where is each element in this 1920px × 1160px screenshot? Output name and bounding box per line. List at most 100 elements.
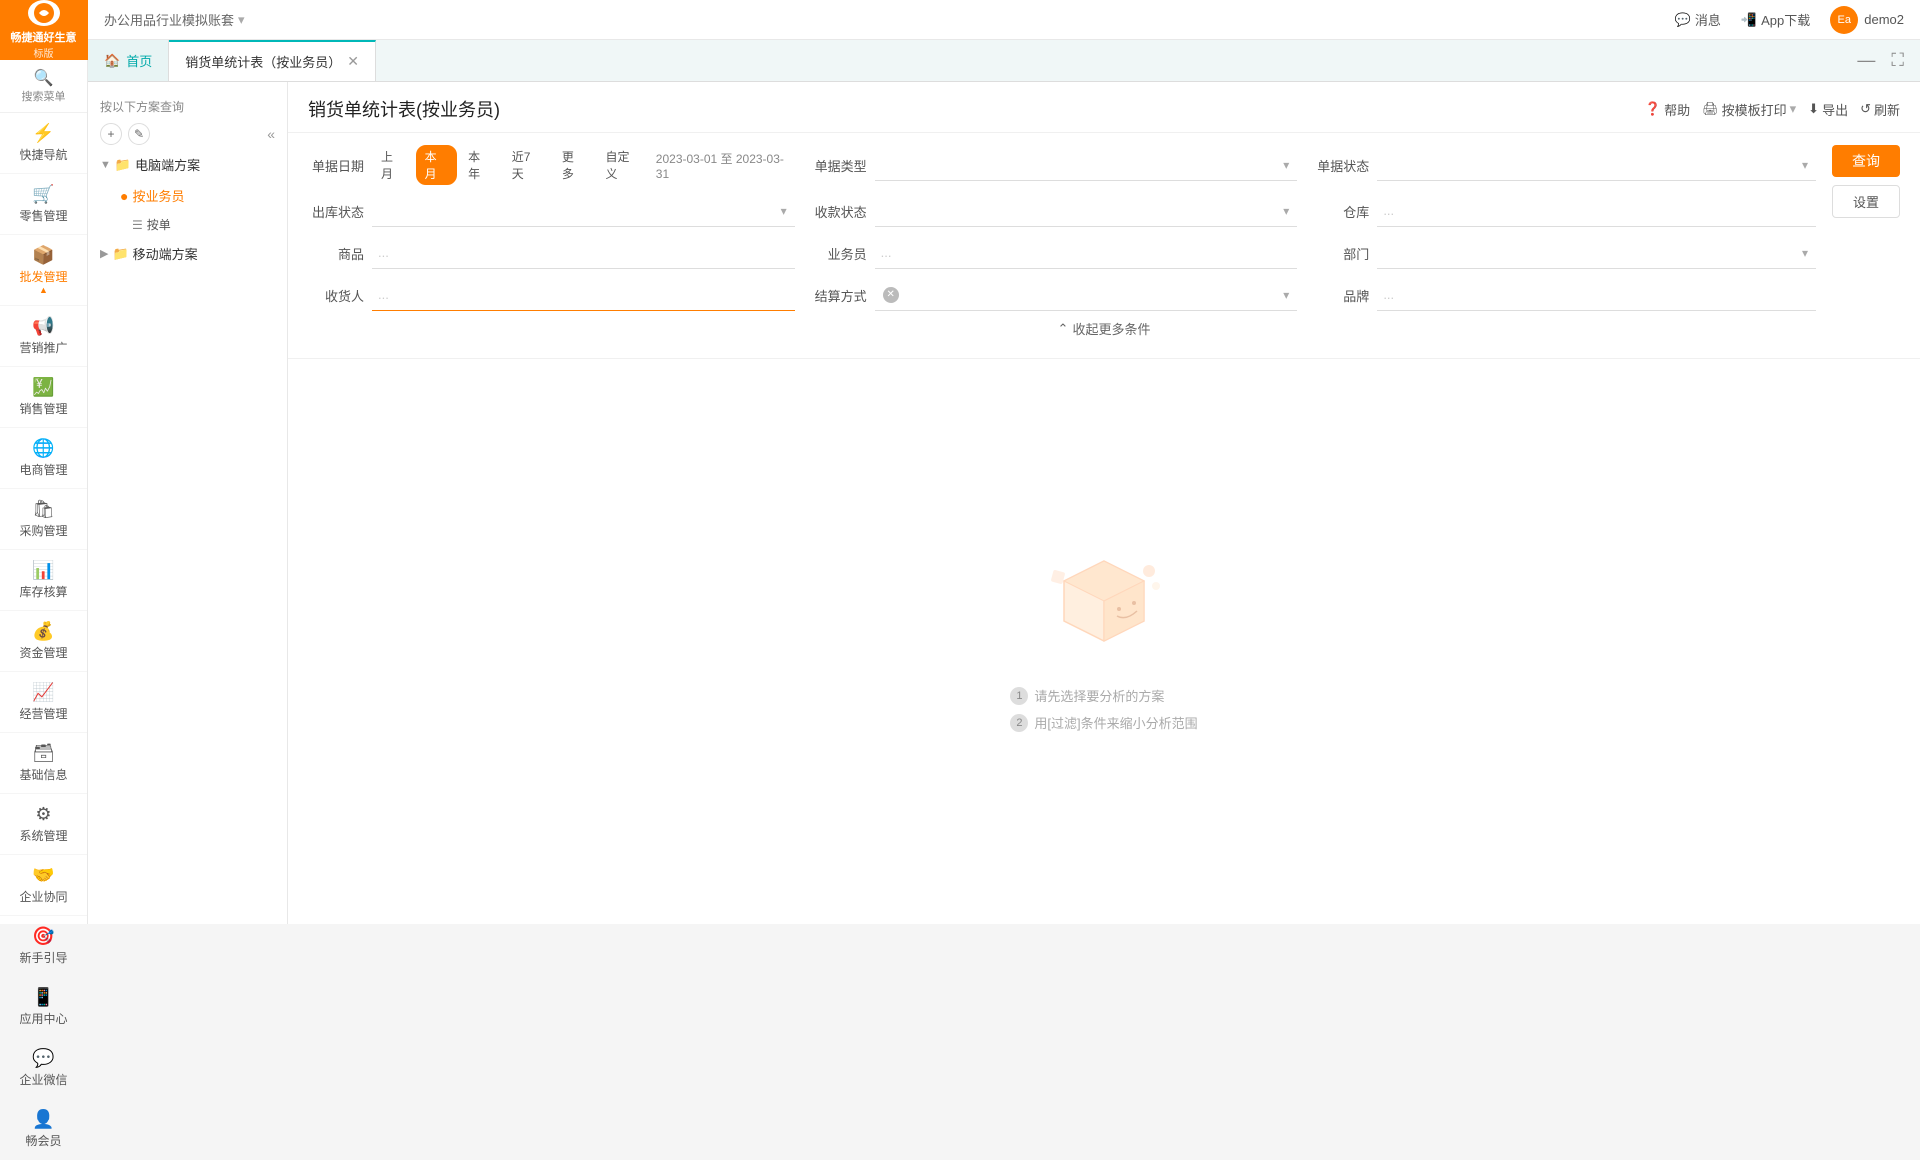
sidebar-item-app-center[interactable]: 📱 应用中心 — [0, 977, 87, 1038]
shortcut-icon: ⚡ — [32, 123, 54, 144]
sidebar-item-shortcut[interactable]: ⚡ 快捷导航 — [0, 113, 87, 174]
finance-label: 资金管理 — [19, 644, 67, 661]
receiver-field[interactable]: ... — [372, 279, 795, 311]
mobile-scheme-group: ▶ 📁 移动端方案 — [88, 238, 287, 269]
sidebar-item-wholesale[interactable]: 📦 批发管理 ▲ — [0, 235, 87, 306]
pc-group-header[interactable]: ▼ 📁 电脑端方案 — [88, 149, 287, 180]
sidebar-item-finance[interactable]: 💰 资金管理 — [0, 611, 87, 672]
date-last-month[interactable]: 上月 — [372, 145, 414, 185]
tabbar: 🏠 首页 销货单统计表（按业务员） ✕ — ⛶ — [88, 40, 1920, 82]
doc-type-select[interactable]: ▾ — [875, 149, 1298, 181]
sidebar-item-inventory[interactable]: 📊 库存核算 — [0, 550, 87, 611]
main-area: 办公用品行业模拟账套 ▾ 💬 消息 📲 App下载 Ea demo2 🏠 首页 — [88, 0, 1920, 924]
doc-status-select[interactable]: ▾ — [1377, 149, 1816, 181]
add-scheme-btn[interactable]: + — [100, 123, 122, 145]
tab-close-btn[interactable]: ✕ — [347, 53, 359, 70]
export-btn[interactable]: ⬇ 导出 — [1808, 100, 1848, 119]
sidebar-item-sales[interactable]: 💹 销售管理 — [0, 367, 87, 428]
payment-select[interactable]: ✕ ▾ — [875, 279, 1298, 311]
page-actions: ❓ 帮助 🖨 按模板打印 ▾ ⬇ 导出 ↺ 刷新 — [1645, 100, 1900, 119]
edit-scheme-btn[interactable]: ✎ — [128, 123, 150, 145]
sidebar-item-purchase[interactable]: 🛍 采购管理 — [0, 489, 87, 550]
tip-text-1: 请先选择要分析的方案 — [1034, 686, 1164, 705]
out-status-select[interactable]: ▾ — [372, 195, 795, 227]
sidebar-item-member[interactable]: 👤 畅会员 — [0, 1099, 87, 1160]
receiver-filter: 收货人 ... — [308, 279, 811, 311]
system-icon: ⚙ — [35, 804, 51, 825]
product-filter: 商品 ... — [308, 237, 811, 269]
date-group: 上月 本月 本年 近7天 更多 自定义 2023-03-01 至 2023-03… — [372, 145, 795, 185]
date-custom[interactable]: 自定义 — [596, 145, 649, 185]
date-more[interactable]: 更多 — [553, 145, 595, 185]
tip-num-2: 2 — [1010, 714, 1028, 732]
sidebar-item-system[interactable]: ⚙ 系统管理 — [0, 794, 87, 855]
sidebar-item-operations[interactable]: 📈 经营管理 — [0, 672, 87, 733]
refresh-label: 刷新 — [1874, 100, 1900, 119]
sidebar-item-marketing[interactable]: 📢 营销推广 — [0, 306, 87, 367]
avatar-text: Ea — [1838, 14, 1851, 26]
mobile-group-arrow: ▶ — [100, 247, 108, 260]
finance-icon: 💰 — [32, 621, 54, 642]
brand-field[interactable]: ... — [1377, 279, 1816, 311]
date-7days[interactable]: 近7天 — [503, 145, 551, 185]
wholesale-label: 批发管理 — [19, 268, 67, 285]
tab-home-label: 首页 — [126, 51, 152, 70]
sidebar-item-wechat[interactable]: 💬 企业微信 — [0, 1038, 87, 1099]
salesperson-field[interactable]: ... — [875, 237, 1298, 269]
marketing-label: 营销推广 — [19, 339, 67, 356]
tab-minimize-btn[interactable]: — — [1853, 46, 1879, 75]
breadcrumb-arrow[interactable]: ▾ — [238, 12, 245, 28]
app-download-btn[interactable]: 📲 App下载 — [1741, 10, 1810, 29]
sidebar-item-ecommerce[interactable]: 🌐 电商管理 — [0, 428, 87, 489]
collapse-bar[interactable]: ⌃ 收起更多条件 — [308, 311, 1900, 346]
tab-report[interactable]: 销货单统计表（按业务员） ✕ — [169, 40, 376, 81]
left-panel: 按以下方案查询 + ✎ « ▼ 📁 电脑端方案 — [88, 82, 288, 924]
right-panel: 销货单统计表(按业务员) ❓ 帮助 🖨 按模板打印 ▾ ⬇ 导出 — [288, 82, 1920, 924]
receipt-status-filter: 收款状态 ▾ — [811, 195, 1314, 227]
doc-type-filter: 单据类型 ▾ — [811, 145, 1314, 185]
warehouse-label: 仓库 — [1313, 202, 1369, 221]
set-btn[interactable]: 设置 — [1832, 185, 1900, 218]
mobile-group-header[interactable]: ▶ 📁 移动端方案 — [88, 238, 287, 269]
sidebar-item-newbie[interactable]: 🎯 新手引导 — [0, 916, 87, 977]
payment-clear-btn[interactable]: ✕ — [883, 287, 899, 303]
print-btn[interactable]: 🖨 按模板打印 ▾ — [1702, 100, 1796, 119]
empty-state: 1 请先选择要分析的方案 2 用[过滤]条件来缩小分析范围 — [288, 359, 1920, 924]
department-filter: 部门 ▾ — [1313, 237, 1816, 269]
corp-collab-icon: 🤝 — [32, 865, 54, 886]
app-logo: 畅捷通好生意 标版 — [0, 0, 88, 60]
department-select[interactable]: ▾ — [1377, 237, 1816, 269]
print-arrow: ▾ — [1790, 101, 1797, 117]
order-scheme-label: 按单 — [147, 216, 171, 233]
help-btn[interactable]: ❓ 帮助 — [1645, 100, 1690, 119]
tab-home[interactable]: 🏠 首页 — [88, 40, 169, 81]
receipt-status-label: 收款状态 — [811, 202, 867, 221]
sidebar-item-basic[interactable]: 🗃 基础信息 — [0, 733, 87, 794]
user-menu[interactable]: Ea demo2 — [1830, 6, 1904, 34]
tab-expand-btn[interactable]: ⛶ — [1887, 46, 1908, 75]
query-btn[interactable]: 查询 — [1832, 145, 1900, 177]
date-this-year[interactable]: 本年 — [459, 145, 501, 185]
search-menu[interactable]: 🔍 搜索菜单 — [0, 60, 87, 113]
refresh-btn[interactable]: ↺ 刷新 — [1860, 100, 1900, 119]
pc-scheme-group: ▼ 📁 电脑端方案 ● 按业务员 ☰ 按单 — [88, 149, 287, 238]
collapse-text: 收起更多条件 — [1072, 319, 1150, 338]
receipt-status-select[interactable]: ▾ — [875, 195, 1298, 227]
message-icon: 💬 — [1675, 12, 1691, 28]
salesperson-label: 业务员 — [811, 244, 867, 263]
sales-icon: 💹 — [32, 377, 54, 398]
sidebar-item-corp-collab[interactable]: 🤝 企业协同 — [0, 855, 87, 916]
product-field[interactable]: ... — [372, 237, 795, 269]
scheme-by-order[interactable]: ☰ 按单 — [88, 211, 287, 238]
doc-type-label: 单据类型 — [811, 156, 867, 175]
date-this-month[interactable]: 本月 — [416, 145, 458, 185]
add-scheme-icon: + — [107, 127, 114, 141]
salesperson-dots: ... — [881, 245, 892, 260]
collapse-panel-btn[interactable]: « — [267, 126, 275, 142]
message-btn[interactable]: 💬 消息 — [1675, 10, 1721, 29]
warehouse-field[interactable]: ... — [1377, 195, 1816, 227]
tip-num-1: 1 — [1010, 687, 1028, 705]
salesperson-scheme-label: 按业务员 — [132, 186, 184, 205]
sidebar-item-retail[interactable]: 🛒 零售管理 — [0, 174, 87, 235]
scheme-by-salesperson[interactable]: ● 按业务员 — [88, 180, 287, 211]
